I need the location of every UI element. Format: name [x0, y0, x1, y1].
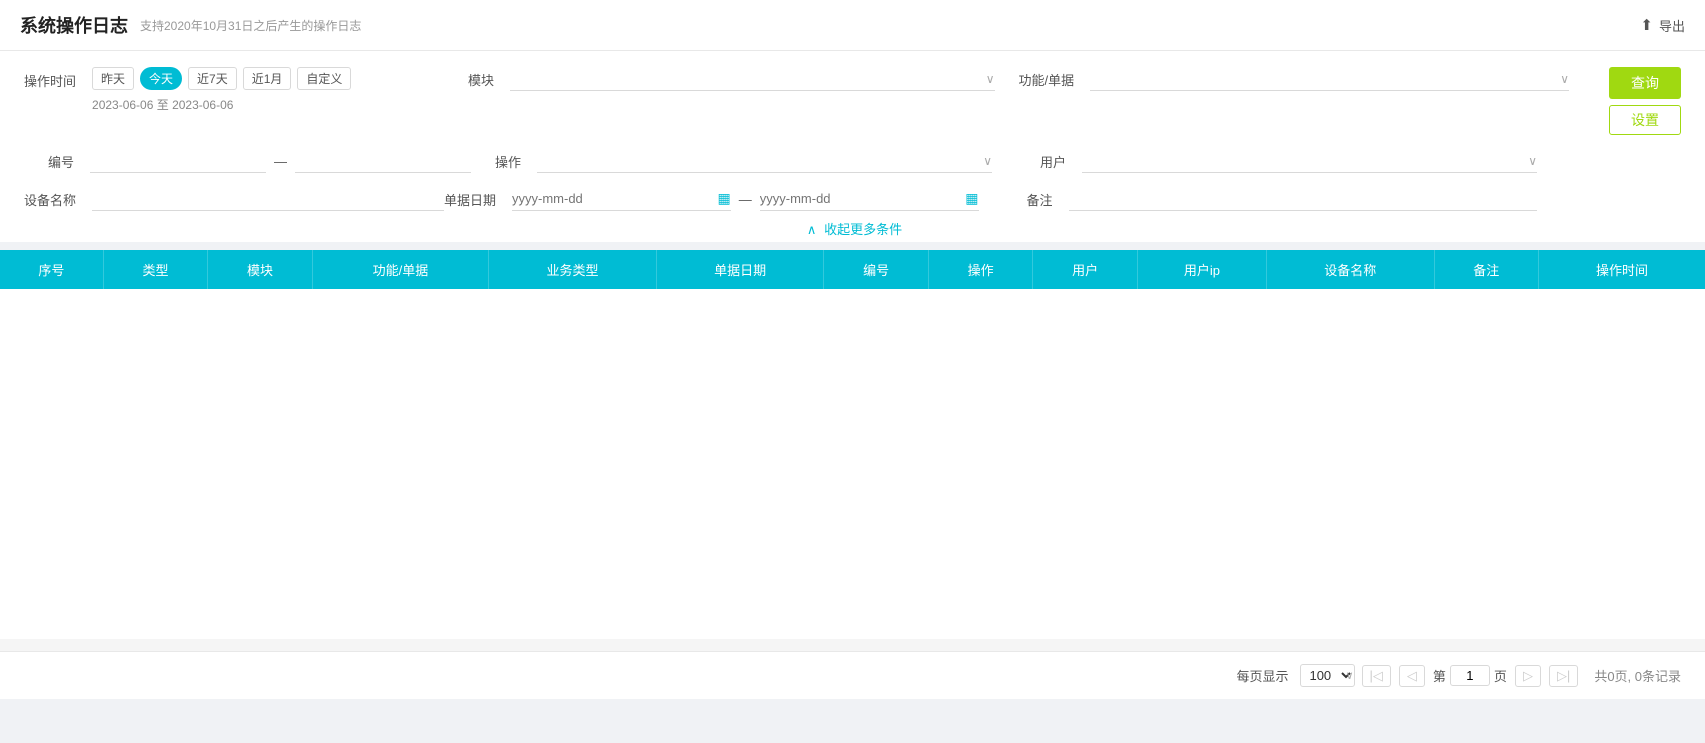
- settings-button[interactable]: 设置: [1609, 105, 1681, 135]
- device-input[interactable]: [92, 187, 444, 210]
- prev-page-button[interactable]: ◁: [1399, 665, 1425, 687]
- code-dash: —: [274, 154, 287, 169]
- time-range-text: 2023-06-06 至 2023-06-06: [92, 96, 351, 113]
- next-page-button[interactable]: ▷: [1515, 665, 1541, 687]
- col-device: 设备名称: [1266, 250, 1434, 289]
- col-module: 模块: [208, 250, 312, 289]
- code-end-input[interactable]: [295, 149, 471, 172]
- query-button[interactable]: 查询: [1609, 67, 1681, 99]
- collapse-button[interactable]: ∧ 收起更多条件: [24, 211, 1681, 242]
- page-number-input[interactable]: [1450, 665, 1490, 686]
- export-button[interactable]: ⬆ 导出: [1640, 16, 1685, 35]
- per-page-select[interactable]: 100 10 20 50 200: [1300, 664, 1355, 687]
- user-select[interactable]: [1082, 149, 1537, 172]
- page-title: 系统操作日志: [20, 12, 128, 38]
- col-index: 序号: [0, 250, 103, 289]
- remark-input[interactable]: [1069, 187, 1538, 210]
- col-user: 用户: [1033, 250, 1137, 289]
- last-page-button[interactable]: ▷|: [1549, 665, 1578, 687]
- col-function: 功能/单据: [312, 250, 488, 289]
- time-btn-1month[interactable]: 近1月: [243, 67, 292, 90]
- collapse-label: 收起更多条件: [824, 222, 902, 237]
- export-icon: ⬆: [1640, 16, 1653, 34]
- calendar-end-icon[interactable]: ▦: [965, 190, 978, 207]
- data-table: 序号 类型 模块 功能/单据 业务类型 单据日期 编号 操作 用户 用户ip 设…: [0, 250, 1705, 289]
- collapse-icon: ∧: [807, 222, 817, 237]
- date-start-input[interactable]: [512, 187, 718, 210]
- calendar-start-icon[interactable]: ▦: [718, 190, 731, 207]
- page-header: 系统操作日志 支持2020年10月31日之后产生的操作日志 ⬆ 导出: [0, 0, 1705, 51]
- export-label: 导出: [1659, 16, 1685, 35]
- time-label: 操作时间: [24, 67, 76, 90]
- module-label: 模块: [444, 70, 494, 89]
- col-voucher-date: 单据日期: [656, 250, 824, 289]
- time-btn-yesterday[interactable]: 昨天: [92, 67, 134, 90]
- horizontal-scrollbar[interactable]: [0, 639, 1705, 651]
- first-page-button[interactable]: |◁: [1362, 665, 1391, 687]
- code-start-input[interactable]: [90, 149, 266, 172]
- page-subtitle: 支持2020年10月31日之后产生的操作日志: [140, 17, 361, 34]
- per-page-label: 每页显示: [1236, 666, 1288, 685]
- page-unit: 页: [1494, 666, 1507, 685]
- col-op-time: 操作时间: [1539, 250, 1705, 289]
- remark-label: 备注: [1003, 190, 1053, 209]
- total-info: 共0页, 0条记录: [1594, 666, 1681, 685]
- col-biz-type: 业务类型: [489, 250, 657, 289]
- operation-label: 操作: [471, 152, 521, 171]
- col-remark: 备注: [1434, 250, 1538, 289]
- table-area: 序号 类型 模块 功能/单据 业务类型 单据日期 编号 操作 用户 用户ip 设…: [0, 250, 1705, 639]
- device-label: 设备名称: [24, 190, 76, 209]
- user-label: 用户: [1016, 152, 1066, 171]
- function-select[interactable]: [1090, 67, 1569, 90]
- time-btn-today[interactable]: 今天: [140, 67, 182, 90]
- code-label: 编号: [24, 152, 74, 171]
- page-label: 第: [1433, 666, 1446, 685]
- col-operation: 操作: [928, 250, 1032, 289]
- time-btn-7days[interactable]: 近7天: [188, 67, 237, 90]
- pagination-bar: 每页显示 100 10 20 50 200 ∨ |◁ ◁ 第 页 ▷ ▷| 共0…: [0, 651, 1705, 699]
- voucher-date-label: 单据日期: [444, 190, 496, 209]
- operation-select[interactable]: [537, 149, 992, 172]
- col-type: 类型: [103, 250, 207, 289]
- col-code: 编号: [824, 250, 928, 289]
- filter-section: 操作时间 昨天 今天 近7天 近1月 自定义 2023-06-06 至 2023…: [0, 51, 1705, 242]
- function-label: 功能/单据: [1019, 70, 1075, 89]
- page-info: 第 页: [1433, 665, 1507, 686]
- action-buttons: 查询 设置: [1609, 67, 1681, 135]
- module-select[interactable]: [510, 67, 995, 90]
- date-dash: —: [735, 192, 756, 207]
- date-end-input[interactable]: [760, 187, 966, 210]
- time-btn-custom[interactable]: 自定义: [297, 67, 351, 90]
- table-header-row: 序号 类型 模块 功能/单据 业务类型 单据日期 编号 操作 用户 用户ip 设…: [0, 250, 1705, 289]
- empty-area: [0, 289, 1705, 639]
- col-user-ip: 用户ip: [1137, 250, 1266, 289]
